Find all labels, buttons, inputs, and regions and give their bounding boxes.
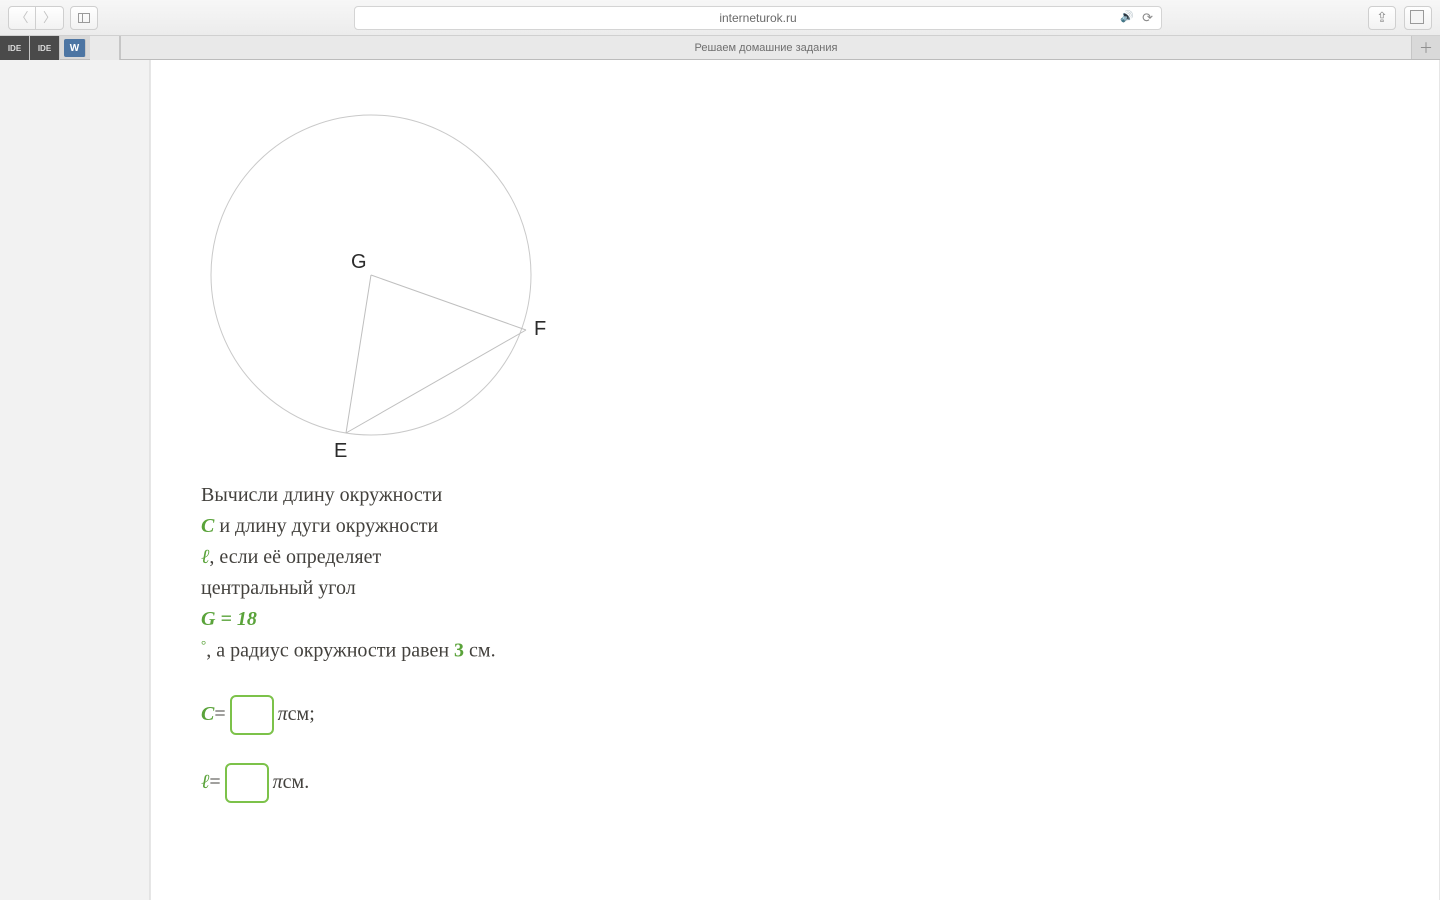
answer-c-input[interactable] (230, 695, 274, 735)
forward-button[interactable]: 〉 (36, 6, 64, 30)
answer-l-eq: = (209, 771, 220, 794)
browser-toolbar: 〈 〉 interneturok.ru 🔊 ⟳ ⇪ (0, 0, 1440, 36)
sidebar-icon (78, 13, 90, 23)
problem-line4: центральный угол (201, 577, 356, 599)
new-tab-button[interactable]: ＋ (1412, 36, 1440, 59)
tab-active[interactable]: Решаем домашние задания (120, 36, 1412, 59)
circle-figure: G F E (201, 90, 551, 460)
answer-row-l: ℓ = π см. (201, 763, 1399, 803)
favicon-blank[interactable] (90, 36, 120, 60)
nav-buttons: 〈 〉 (8, 6, 64, 30)
problem-line5c: см. (464, 640, 496, 662)
problem-line3a: , если её определяет (209, 546, 381, 568)
back-button[interactable]: 〈 (8, 6, 36, 30)
favicon-vk-wrap[interactable]: W (60, 36, 90, 60)
answer-l-input[interactable] (225, 763, 269, 803)
problem-radius: 3 (454, 640, 464, 662)
figure-label-g: G (351, 251, 367, 273)
answer-row-c: C = π см; (201, 695, 1399, 735)
address-text: interneturok.ru (719, 11, 796, 25)
circle-svg: G F E (201, 90, 551, 460)
toolbar-right: ⇪ (1368, 6, 1432, 30)
tabs-button[interactable] (1404, 6, 1432, 30)
page-viewport: G F E Вычисли длину окружности C и длину… (0, 60, 1440, 900)
content-paper: G F E Вычисли длину окружности C и длину… (150, 60, 1440, 900)
answer-c-var: C (201, 703, 214, 726)
figure-label-e: E (334, 440, 347, 460)
answer-l-var: ℓ (201, 771, 209, 794)
tabs-icon (1412, 12, 1424, 24)
problem-line1: Вычисли длину окружности (201, 484, 442, 506)
sidebar-button[interactable] (70, 6, 98, 30)
reload-icon[interactable]: ⟳ (1142, 10, 1153, 26)
answer-l-pi: π (273, 771, 283, 794)
left-gutter (0, 60, 150, 900)
problem-line5b: , а радиус окружности равен (206, 640, 454, 662)
answer-c-eq: = (214, 703, 225, 726)
problem-line2a: и длину дуги окружности (214, 515, 438, 537)
answer-c-unit: см; (288, 703, 315, 726)
tab-bar: IDE IDE W Решаем домашние задания ＋ (0, 36, 1440, 60)
figure-label-f: F (534, 318, 546, 340)
chevron-right-icon: 〉 (43, 11, 56, 24)
share-button[interactable]: ⇪ (1368, 6, 1396, 30)
favicon-ideone-1[interactable]: IDE (0, 36, 30, 60)
address-right-icons: 🔊 ⟳ (1120, 10, 1153, 26)
sound-icon[interactable]: 🔊 (1120, 10, 1134, 26)
share-icon: ⇪ (1376, 9, 1388, 26)
problem-var-c: C (201, 515, 214, 537)
address-bar[interactable]: interneturok.ru 🔊 ⟳ (354, 6, 1162, 30)
answer-l-unit: см. (283, 771, 310, 794)
chevron-left-icon: 〈 (15, 11, 28, 24)
plus-icon: ＋ (1419, 38, 1433, 58)
vk-icon: W (64, 39, 86, 57)
tab-title: Решаем домашние задания (695, 42, 838, 54)
answer-c-pi: π (278, 703, 288, 726)
favicon-ideone-2[interactable]: IDE (30, 36, 60, 60)
problem-g-eq: G = 18 (201, 608, 257, 630)
problem-text: Вычисли длину окружности C и длину дуги … (201, 480, 621, 667)
